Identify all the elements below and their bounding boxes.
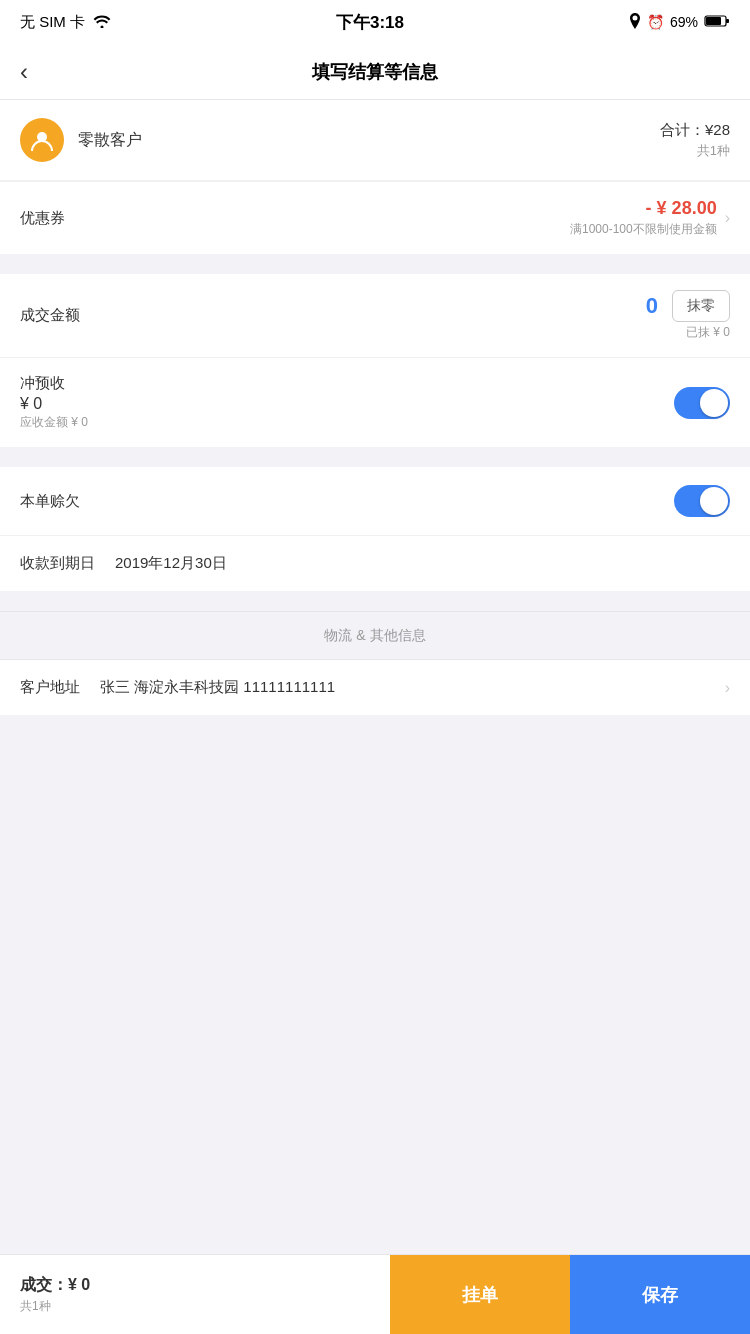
wifi-icon bbox=[93, 14, 111, 31]
save-button[interactable]: 保存 bbox=[570, 1255, 750, 1335]
svg-rect-1 bbox=[726, 19, 729, 23]
location-icon bbox=[629, 13, 641, 32]
toggle-thumb bbox=[700, 389, 728, 417]
transaction-value: 0 bbox=[646, 293, 658, 319]
customer-total: 合计：¥28 共1种 bbox=[660, 121, 730, 160]
divider-2 bbox=[0, 457, 750, 467]
transaction-sub: 已抹 ¥ 0 bbox=[646, 324, 730, 341]
sim-text: 无 SIM 卡 bbox=[20, 13, 85, 32]
credit-toggle-thumb bbox=[700, 487, 728, 515]
hold-order-button[interactable]: 挂单 bbox=[390, 1255, 570, 1335]
prepay-row: 冲预收 ¥ 0 应收金额 ¥ 0 bbox=[0, 358, 750, 447]
divider-3 bbox=[0, 601, 750, 611]
prepay-amount: ¥ 0 bbox=[20, 395, 674, 413]
page-title: 填写结算等信息 bbox=[312, 60, 438, 84]
coupon-chevron-icon: › bbox=[725, 209, 730, 227]
customer-row: 零散客户 合计：¥28 共1种 bbox=[0, 100, 750, 181]
transaction-right: 0 抹零 bbox=[646, 290, 730, 322]
empty-space bbox=[0, 725, 750, 925]
bottom-info: 成交：¥ 0 共1种 bbox=[0, 1275, 390, 1315]
customer-name: 零散客户 bbox=[78, 130, 142, 151]
bottom-bar: 成交：¥ 0 共1种 挂单 保存 bbox=[0, 1254, 750, 1334]
items-count: 共1种 bbox=[660, 142, 730, 160]
coupon-value: - ¥ 28.00 bbox=[570, 198, 717, 219]
address-label: 客户地址 bbox=[20, 678, 80, 697]
due-date-value: 2019年12月30日 bbox=[115, 554, 227, 573]
bottom-deal-value: ¥ 0 bbox=[68, 1276, 90, 1293]
address-row[interactable]: 客户地址 张三 海淀永丰科技园 11111111111 › bbox=[0, 660, 750, 715]
prepay-label: 冲预收 bbox=[20, 374, 674, 393]
transaction-row: 成交金额 0 抹零 已抹 ¥ 0 bbox=[0, 274, 750, 358]
round-zero-button[interactable]: 抹零 bbox=[672, 290, 730, 322]
status-bar: 无 SIM 卡 下午3:18 ⏰ 69% bbox=[0, 0, 750, 44]
prepay-toggle[interactable] bbox=[674, 387, 730, 419]
nav-bar: ‹ 填写结算等信息 bbox=[0, 44, 750, 100]
address-chevron-icon: › bbox=[725, 679, 730, 697]
customer-left: 零散客户 bbox=[20, 118, 142, 162]
transaction-label: 成交金额 bbox=[20, 306, 80, 325]
content: 零散客户 合计：¥28 共1种 优惠券 - ¥ 28.00 满1000-100不… bbox=[0, 100, 750, 1015]
coupon-row[interactable]: 优惠券 - ¥ 28.00 满1000-100不限制使用金额 › bbox=[0, 181, 750, 254]
due-date-label: 收款到期日 bbox=[20, 554, 95, 573]
status-time: 下午3:18 bbox=[336, 11, 404, 34]
battery-icon bbox=[704, 14, 730, 31]
bottom-deal: 成交：¥ 0 bbox=[20, 1275, 370, 1296]
address-value: 张三 海淀永丰科技园 11111111111 bbox=[100, 678, 725, 697]
credit-section: 本单赊欠 收款到期日 2019年12月30日 bbox=[0, 467, 750, 591]
status-right: ⏰ 69% bbox=[629, 13, 730, 32]
prepay-left: 冲预收 ¥ 0 应收金额 ¥ 0 bbox=[20, 374, 674, 431]
address-section: 客户地址 张三 海淀永丰科技园 11111111111 › bbox=[0, 660, 750, 715]
bottom-items-count: 共1种 bbox=[20, 1298, 370, 1315]
customer-avatar bbox=[20, 118, 64, 162]
battery-percent: 69% bbox=[670, 14, 698, 30]
coupon-label: 优惠券 bbox=[20, 209, 65, 228]
due-date-row: 收款到期日 2019年12月30日 bbox=[0, 535, 750, 591]
total-label: 合计：¥28 bbox=[660, 121, 730, 140]
back-button[interactable]: ‹ bbox=[20, 58, 28, 86]
credit-row: 本单赊欠 bbox=[0, 467, 750, 535]
coupon-description: 满1000-100不限制使用金额 bbox=[570, 221, 717, 238]
svg-rect-2 bbox=[706, 17, 721, 25]
credit-toggle[interactable] bbox=[674, 485, 730, 517]
bottom-deal-label: 成交： bbox=[20, 1276, 68, 1293]
coupon-right: - ¥ 28.00 满1000-100不限制使用金额 › bbox=[570, 198, 730, 238]
credit-label: 本单赊欠 bbox=[20, 492, 80, 511]
alarm-icon: ⏰ bbox=[647, 14, 664, 30]
status-left: 无 SIM 卡 bbox=[20, 13, 111, 32]
customer-section: 零散客户 合计：¥28 共1种 优惠券 - ¥ 28.00 满1000-100不… bbox=[0, 100, 750, 254]
transaction-section: 成交金额 0 抹零 已抹 ¥ 0 冲预收 ¥ 0 应收金额 ¥ 0 bbox=[0, 274, 750, 447]
logistics-header: 物流 & 其他信息 bbox=[0, 611, 750, 660]
prepay-sub: 应收金额 ¥ 0 bbox=[20, 414, 674, 431]
divider-1 bbox=[0, 264, 750, 274]
logistics-title: 物流 & 其他信息 bbox=[324, 627, 425, 643]
